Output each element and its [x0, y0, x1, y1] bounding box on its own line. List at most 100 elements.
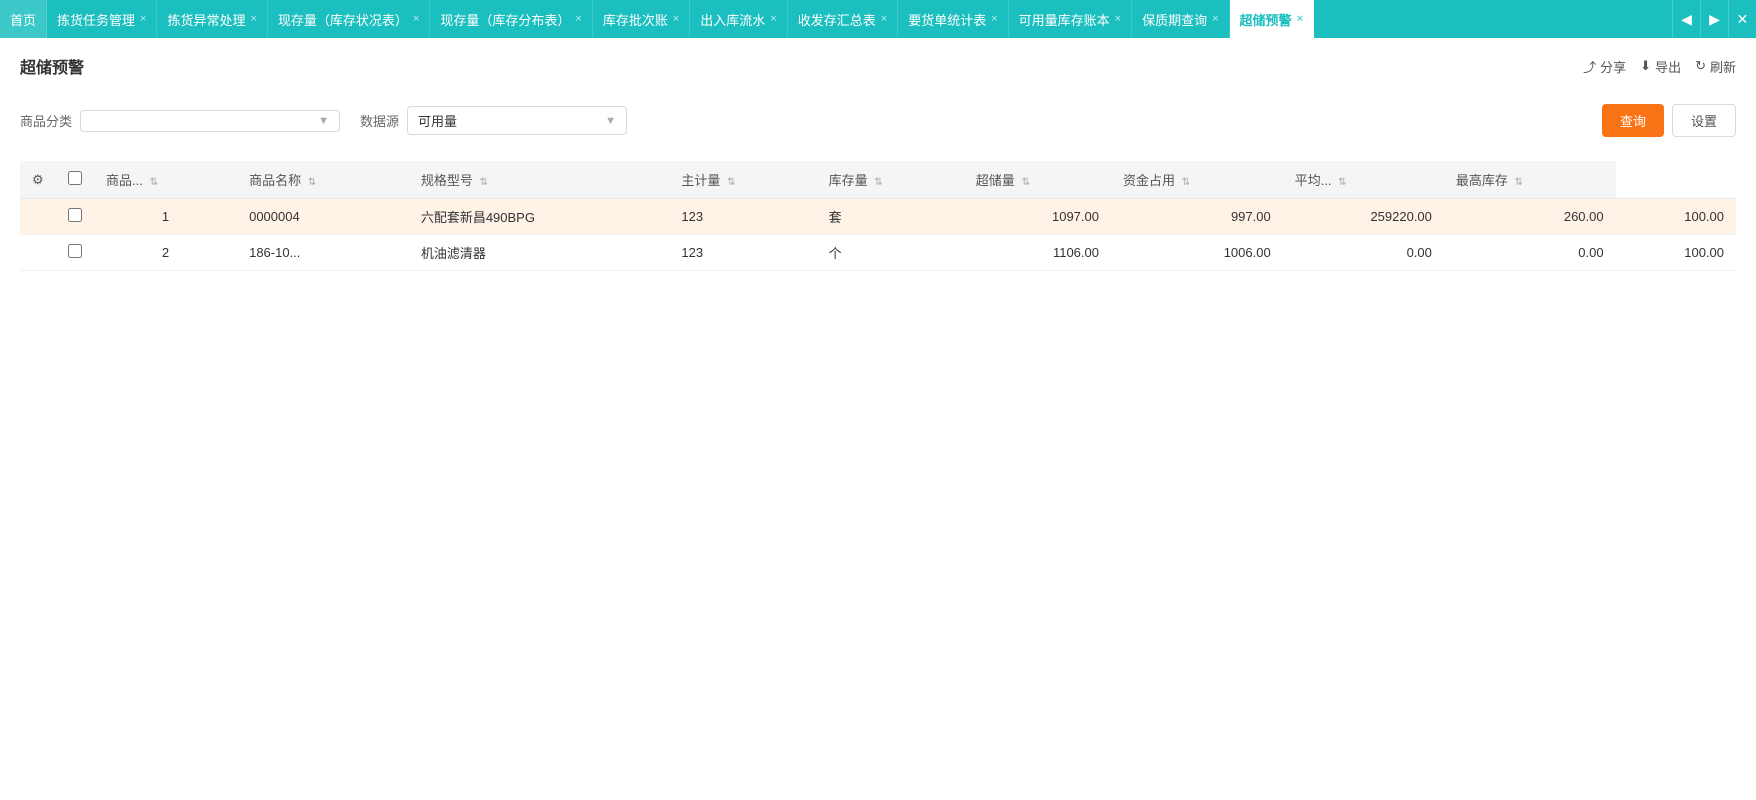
- nav-item-2[interactable]: 拣货异常处理 ×: [157, 0, 267, 38]
- category-filter: 商品分类 ▼: [20, 110, 340, 132]
- th-code[interactable]: 商品... ⇅: [94, 161, 237, 199]
- nav-item-5[interactable]: 库存批次账 ×: [593, 0, 690, 38]
- sort-icon-avg: ⇅: [1338, 177, 1346, 188]
- nav-label-home: 首页: [10, 10, 36, 29]
- row-unit-0: 套: [817, 199, 964, 235]
- row-checkbox-0[interactable]: [68, 208, 82, 222]
- settings-button[interactable]: 设置: [1672, 104, 1736, 137]
- nav-next-button[interactable]: ▶: [1700, 0, 1728, 38]
- row-name-0: 六配套新昌490BPG: [409, 199, 670, 235]
- th-unit[interactable]: 主计量 ⇅: [669, 161, 816, 199]
- datasource-filter: 数据源 可用量 ▼: [360, 106, 627, 135]
- nav-item-9[interactable]: 可用量库存账本 ×: [1009, 0, 1132, 38]
- nav-label-1: 拣货任务管理: [57, 10, 135, 29]
- th-settings[interactable]: ⚙: [20, 161, 56, 199]
- sort-icon-overstock: ⇅: [1021, 177, 1029, 188]
- th-maxstock[interactable]: 最高库存 ⇅: [1444, 161, 1616, 199]
- th-checkbox[interactable]: [56, 161, 94, 199]
- close-icon-9[interactable]: ×: [1115, 13, 1121, 25]
- nav-label-5: 库存批次账: [603, 10, 668, 29]
- th-avg[interactable]: 平均... ⇅: [1283, 161, 1444, 199]
- row-checkbox-1[interactable]: [68, 244, 82, 258]
- export-button[interactable]: ⬇ 导出: [1640, 57, 1681, 76]
- export-label: 导出: [1655, 57, 1681, 76]
- nav-close-button[interactable]: ✕: [1728, 0, 1756, 38]
- datasource-select-value: 可用量: [418, 111, 457, 130]
- sort-icon-name: ⇅: [308, 177, 316, 188]
- nav-item-home[interactable]: 首页: [0, 0, 47, 38]
- select-all-checkbox[interactable]: [68, 171, 82, 185]
- nav-item-10[interactable]: 保质期查询 ×: [1132, 0, 1229, 38]
- row-maxstock-0: 100.00: [1616, 199, 1736, 235]
- top-navigation: 首页 拣货任务管理 × 拣货异常处理 × 现存量（库存状况表） × 现存量（库存…: [0, 0, 1756, 38]
- close-icon-5[interactable]: ×: [673, 13, 679, 25]
- nav-prev-button[interactable]: ◀: [1672, 0, 1700, 38]
- close-icon-7[interactable]: ×: [881, 13, 887, 25]
- chevron-down-icon-2: ▼: [605, 115, 616, 127]
- page-title: 超储预警: [20, 54, 84, 78]
- sort-icon-stock: ⇅: [874, 177, 882, 188]
- close-icon-4[interactable]: ×: [575, 13, 581, 25]
- close-icon-3[interactable]: ×: [413, 13, 419, 25]
- th-stock[interactable]: 库存量 ⇅: [817, 161, 964, 199]
- query-button[interactable]: 查询: [1602, 104, 1664, 137]
- filter-area: 商品分类 ▼ 数据源 可用量 ▼ 查询 设置: [20, 94, 1736, 147]
- nav-item-active[interactable]: 超储预警 ×: [1230, 0, 1314, 38]
- data-table: ⚙ 商品... ⇅ 商品名称 ⇅ 规格型号 ⇅ 主计量: [20, 161, 1736, 271]
- col-label-stock: 库存量: [829, 173, 868, 188]
- row-settings-1[interactable]: [20, 235, 56, 271]
- row-avg-0: 260.00: [1444, 199, 1616, 235]
- nav-item-3[interactable]: 现存量（库存状况表） ×: [268, 0, 430, 38]
- page-content: 超储预警 ⤴ 分享 ⬇ 导出 ↻ 刷新 商品分类 ▼ 数据源: [0, 38, 1756, 287]
- row-avg-1: 0.00: [1444, 235, 1616, 271]
- col-label-code: 商品...: [106, 173, 143, 188]
- th-overstock[interactable]: 超储量 ⇅: [964, 161, 1111, 199]
- sort-icon-code: ⇅: [149, 177, 157, 188]
- sort-icon-maxstock: ⇅: [1515, 177, 1523, 188]
- close-icon-active[interactable]: ×: [1297, 13, 1303, 25]
- th-capital[interactable]: 资金占用 ⇅: [1111, 161, 1283, 199]
- row-checkbox-cell-0: [56, 199, 94, 235]
- nav-item-8[interactable]: 要货单统计表 ×: [898, 0, 1008, 38]
- nav-label-2: 拣货异常处理: [167, 10, 245, 29]
- row-checkbox-cell-1: [56, 235, 94, 271]
- close-icon-6[interactable]: ×: [770, 13, 776, 25]
- nav-label-6: 出入库流水: [700, 10, 765, 29]
- close-icon-8[interactable]: ×: [991, 13, 997, 25]
- col-label-overstock: 超储量: [976, 173, 1015, 188]
- close-icon-2[interactable]: ×: [250, 13, 256, 25]
- th-name[interactable]: 商品名称 ⇅: [237, 161, 409, 199]
- nav-item-7[interactable]: 收发存汇总表 ×: [788, 0, 898, 38]
- nav-item-6[interactable]: 出入库流水 ×: [690, 0, 787, 38]
- row-stock-1: 1106.00: [964, 235, 1111, 271]
- nav-label-10: 保质期查询: [1142, 10, 1207, 29]
- share-button[interactable]: ⤴ 分享: [1583, 57, 1626, 76]
- category-select[interactable]: ▼: [80, 110, 340, 132]
- row-settings-0[interactable]: [20, 199, 56, 235]
- col-label-name: 商品名称: [249, 173, 301, 188]
- row-overstock-1: 1006.00: [1111, 235, 1283, 271]
- row-name-1: 机油滤清器: [409, 235, 670, 271]
- row-code-0: 0000004: [237, 199, 409, 235]
- row-spec-0: 123: [669, 199, 816, 235]
- table-row: 2 186-10... 机油滤清器 123 个 1106.00 1006.00 …: [20, 235, 1736, 271]
- datasource-select[interactable]: 可用量 ▼: [407, 106, 627, 135]
- row-maxstock-1: 100.00: [1616, 235, 1736, 271]
- share-label: 分享: [1600, 57, 1626, 76]
- row-spec-1: 123: [669, 235, 816, 271]
- page-header: 超储预警 ⤴ 分享 ⬇ 导出 ↻ 刷新: [20, 54, 1736, 78]
- col-label-avg: 平均...: [1295, 173, 1332, 188]
- chevron-down-icon: ▼: [318, 115, 329, 127]
- table-row: 1 0000004 六配套新昌490BPG 123 套 1097.00 997.…: [20, 199, 1736, 235]
- nav-item-4[interactable]: 现存量（库存分布表） ×: [430, 0, 592, 38]
- sort-icon-spec: ⇅: [479, 177, 487, 188]
- row-num-0: 1: [94, 199, 237, 235]
- close-icon-1[interactable]: ×: [140, 13, 146, 25]
- refresh-icon: ↻: [1695, 58, 1706, 74]
- refresh-button[interactable]: ↻ 刷新: [1695, 57, 1736, 76]
- nav-item-1[interactable]: 拣货任务管理 ×: [47, 0, 157, 38]
- sort-icon-capital: ⇅: [1182, 177, 1190, 188]
- col-label-maxstock: 最高库存: [1456, 173, 1508, 188]
- th-spec[interactable]: 规格型号 ⇅: [409, 161, 670, 199]
- close-icon-10[interactable]: ×: [1212, 13, 1218, 25]
